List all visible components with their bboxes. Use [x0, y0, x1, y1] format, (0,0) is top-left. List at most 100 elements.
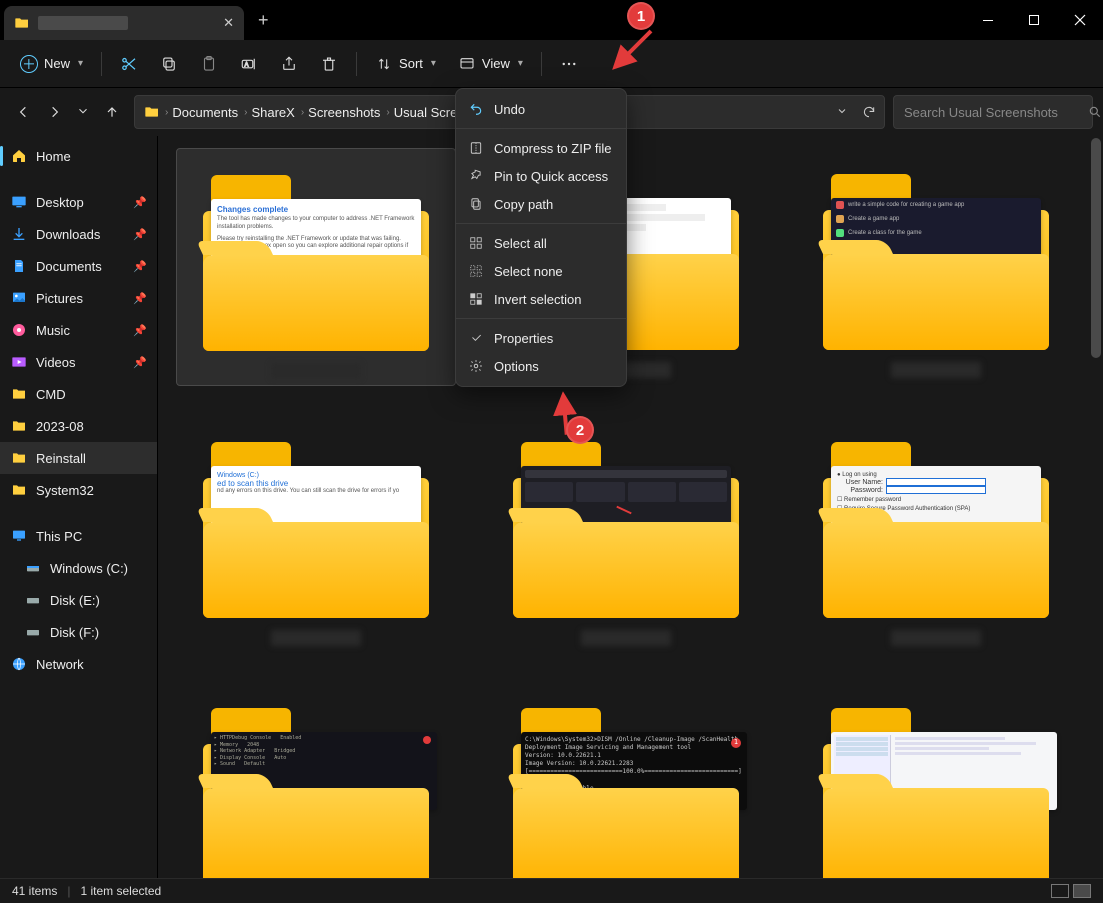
share-button[interactable] — [270, 49, 308, 79]
tile-label-redacted — [581, 630, 671, 646]
sidebar-item-videos[interactable]: Videos📌 — [0, 346, 157, 378]
tab-close-button[interactable]: ✕ — [223, 15, 234, 31]
menu-undo[interactable]: Undo — [456, 95, 626, 123]
pin-icon: 📌 — [133, 228, 147, 241]
trash-icon — [320, 55, 338, 73]
rename-icon: A — [240, 55, 258, 73]
view-button[interactable]: View ▾ — [448, 49, 533, 79]
tile-label-redacted — [891, 630, 981, 646]
nav-arrows — [10, 104, 126, 120]
vertical-scrollbar[interactable] — [1089, 138, 1103, 878]
sidebar-item-reinstall[interactable]: Reinstall — [0, 442, 157, 474]
view-label: View — [482, 56, 510, 71]
pin-icon: 📌 — [133, 292, 147, 305]
toolbar: New ▾ A Sort ▾ View ▾ — [0, 40, 1103, 88]
folder-tile[interactable]: Changes complete The tool has made chang… — [176, 148, 456, 386]
maximize-button[interactable] — [1011, 0, 1057, 40]
folder-tile[interactable]: ▸ HTTPDebug Console Enabled ▸ Memory 204… — [176, 682, 456, 878]
folder-tile[interactable]: write a simple code for creating a game … — [796, 148, 1076, 386]
sort-icon — [375, 55, 393, 73]
cut-button[interactable] — [110, 49, 148, 79]
menu-compress-zip[interactable]: Compress to ZIP file — [456, 134, 626, 162]
up-button[interactable] — [104, 104, 120, 120]
titlebar: ✕ + — [0, 0, 1103, 40]
sidebar-drive-e[interactable]: Disk (E:) — [0, 584, 157, 616]
folder-tile[interactable]: Windows (C:) ed to scan this drive nd an… — [176, 416, 456, 652]
sidebar-network[interactable]: Network — [0, 648, 157, 680]
undo-icon — [468, 101, 484, 117]
tile-label-redacted — [891, 362, 981, 378]
chevron-down-icon: ▾ — [78, 58, 83, 69]
delete-button[interactable] — [310, 49, 348, 79]
menu-copy-path[interactable]: Copy path — [456, 190, 626, 218]
separator — [101, 52, 102, 76]
window-controls — [965, 0, 1103, 40]
folder-icon — [10, 449, 28, 467]
desktop-icon — [10, 193, 28, 211]
breadcrumb-item[interactable]: Documents› — [172, 105, 247, 120]
sidebar-drive-c[interactable]: Windows (C:) — [0, 552, 157, 584]
menu-select-all[interactable]: Select all — [456, 229, 626, 257]
folder-icon — [14, 15, 30, 31]
menu-invert-selection[interactable]: Invert selection — [456, 285, 626, 313]
sidebar-item-documents[interactable]: Documents📌 — [0, 250, 157, 282]
back-button[interactable] — [16, 104, 32, 120]
sidebar-this-pc[interactable]: This PC — [0, 520, 157, 552]
tiles-view-toggle[interactable] — [1073, 884, 1091, 898]
details-view-toggle[interactable] — [1051, 884, 1069, 898]
gear-icon — [468, 358, 484, 374]
paste-button[interactable] — [190, 49, 228, 79]
new-tab-button[interactable]: + — [244, 10, 283, 31]
folder-tile[interactable]: 1 C:\Windows\System32>DISM /Online /Clea… — [486, 682, 766, 878]
folder-icon — [10, 385, 28, 403]
address-dropdown[interactable] — [836, 105, 848, 119]
refresh-button[interactable] — [862, 105, 876, 119]
plus-circle-icon — [20, 55, 38, 73]
sidebar-item-cmd[interactable]: CMD — [0, 378, 157, 410]
drive-icon — [24, 559, 42, 577]
search-box[interactable] — [893, 95, 1093, 129]
chevron-down-icon: ▾ — [431, 58, 436, 69]
folder-tile[interactable] — [486, 416, 766, 652]
menu-pin-quick-access[interactable]: Pin to Quick access — [456, 162, 626, 190]
sidebar-item-downloads[interactable]: Downloads📌 — [0, 218, 157, 250]
forward-button[interactable] — [46, 104, 62, 120]
see-more-button[interactable] — [550, 49, 588, 79]
breadcrumb-item[interactable]: ShareX› — [251, 105, 304, 120]
new-label: New — [44, 56, 70, 71]
breadcrumb-item[interactable]: Screenshots› — [308, 105, 390, 120]
menu-options[interactable]: Options — [456, 352, 626, 380]
tab-title-redacted — [38, 16, 128, 30]
sidebar-item-system32[interactable]: System32 — [0, 474, 157, 506]
sidebar-drive-f[interactable]: Disk (F:) — [0, 616, 157, 648]
minimize-button[interactable] — [965, 0, 1011, 40]
status-item-count: 41 items — [12, 884, 57, 898]
invert-icon — [468, 291, 484, 307]
folder-tile[interactable]: ● Log on using User Name: Password: ☐ Re… — [796, 416, 1076, 652]
content-area[interactable]: Changes complete The tool has made chang… — [158, 136, 1103, 878]
sort-button[interactable]: Sort ▾ — [365, 49, 446, 79]
sidebar-home[interactable]: Home — [0, 140, 157, 172]
more-icon — [560, 55, 578, 73]
scrollbar-thumb[interactable] — [1091, 138, 1101, 358]
rename-button[interactable]: A — [230, 49, 268, 79]
copy-button[interactable] — [150, 49, 188, 79]
annotation-badge-2: 2 — [566, 416, 594, 444]
sidebar-item-2023-08[interactable]: 2023-08 — [0, 410, 157, 442]
properties-icon — [468, 330, 484, 346]
sidebar-item-desktop[interactable]: Desktop📌 — [0, 186, 157, 218]
window-tab[interactable]: ✕ — [4, 6, 244, 40]
close-button[interactable] — [1057, 0, 1103, 40]
new-button[interactable]: New ▾ — [10, 49, 93, 79]
menu-properties[interactable]: Properties — [456, 324, 626, 352]
sidebar: Home Desktop📌 Downloads📌 Documents📌 Pict… — [0, 136, 158, 878]
sidebar-item-pictures[interactable]: Pictures📌 — [0, 282, 157, 314]
menu-select-none[interactable]: Select none — [456, 257, 626, 285]
sidebar-item-music[interactable]: Music📌 — [0, 314, 157, 346]
search-input[interactable] — [904, 105, 1080, 120]
view-icon — [458, 55, 476, 73]
recent-button[interactable] — [76, 104, 90, 120]
folder-tile[interactable]: 1 — [796, 682, 1076, 878]
downloads-icon — [10, 225, 28, 243]
drive-icon — [24, 591, 42, 609]
